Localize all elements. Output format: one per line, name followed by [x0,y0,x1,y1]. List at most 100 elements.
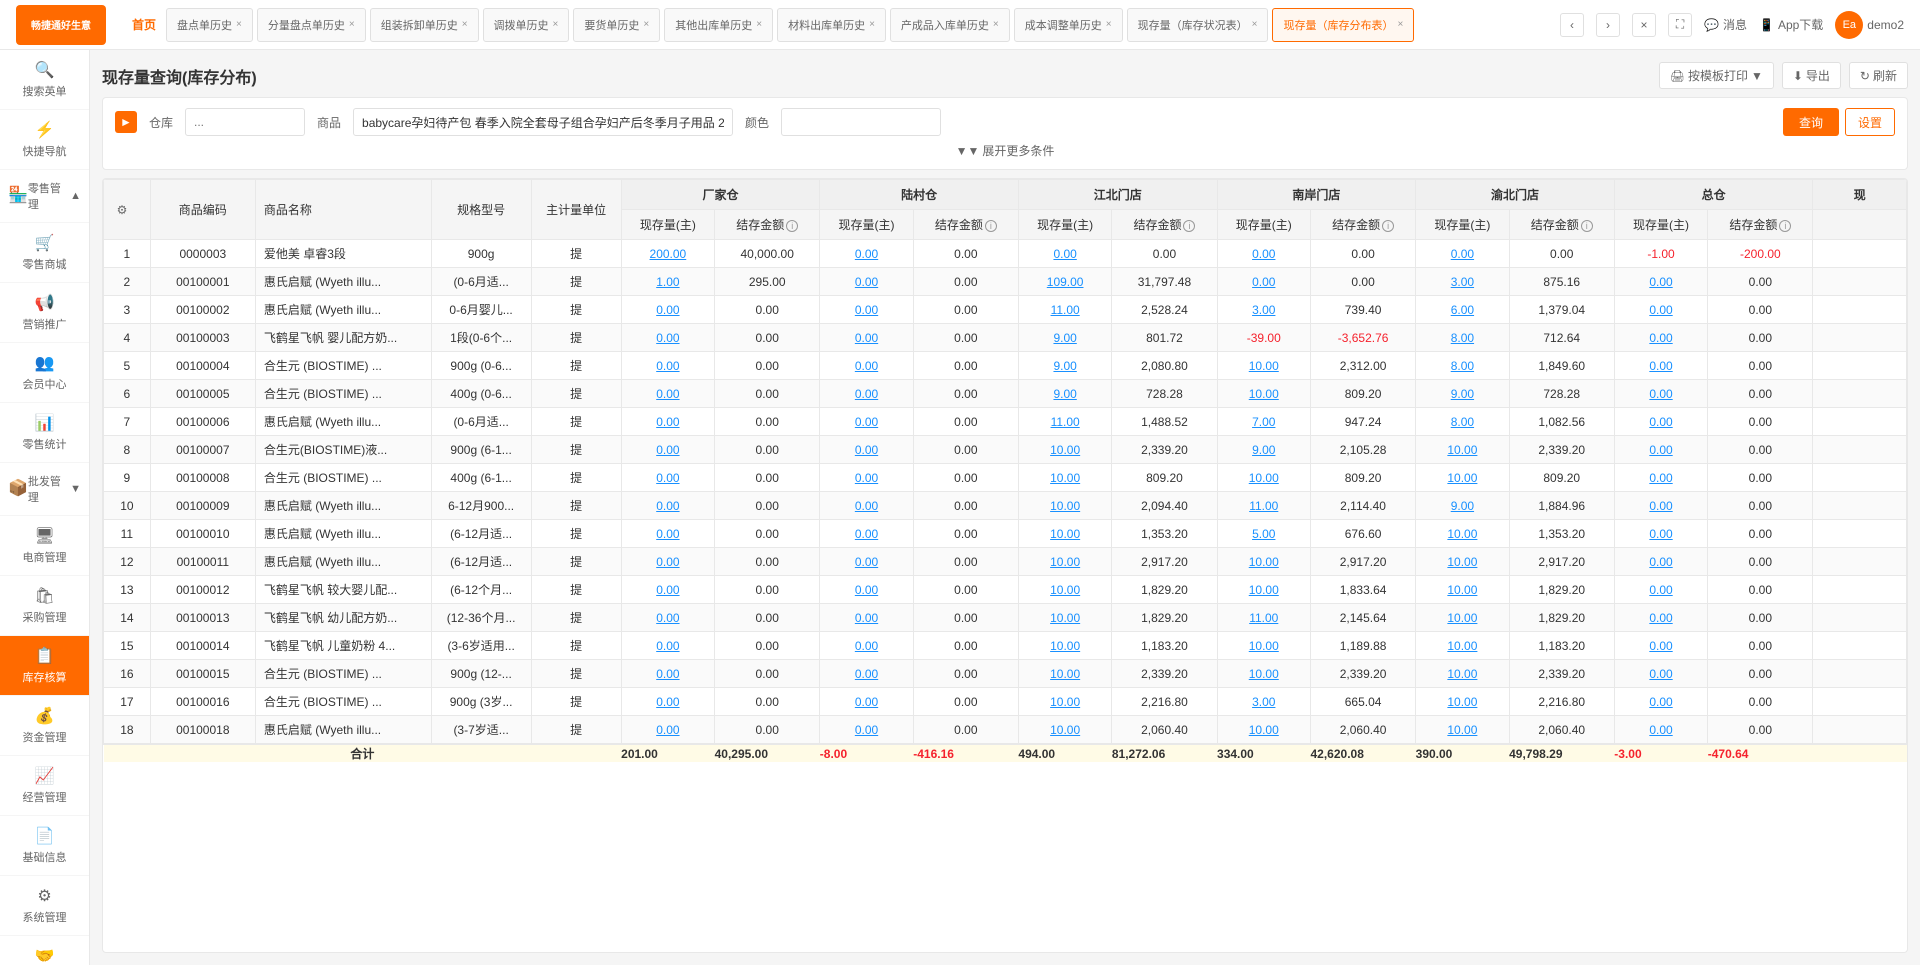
logo: 畅捷通好生意 [16,5,106,45]
expand-conditions-btn[interactable]: ▼▼ 展开更多条件 [956,142,1055,159]
table-row: 1400100013飞鹤星飞帆 幼儿配方奶...(12-36个月...提0.00… [104,604,1907,632]
table-row: 400100003飞鹤星飞帆 婴儿配方奶...1段(0-6个...提0.000.… [104,324,1907,352]
collab-icon: 🤝 [35,946,55,965]
sidebar-item-basics[interactable]: 📄 基础信息 [0,816,89,876]
retail-arrow-icon: ▲ [70,190,81,202]
tab-close-btn[interactable]: × [1632,13,1656,37]
color-input[interactable] [781,108,941,136]
nanan-info-icon[interactable]: i [1382,220,1394,232]
tab-prev-btn[interactable]: ‹ [1560,13,1584,37]
table-container: ⚙ 商品编码 商品名称 规格型号 主计量单位 厂家仓 陆村仓 江北门店 南岸门店… [102,178,1908,953]
col-yubei-amt: 结存金额i [1509,210,1614,240]
export-btn[interactable]: ⬇ 导出 [1782,62,1841,89]
message-icon: 💬 [1704,18,1719,32]
print-btn[interactable]: 🖨 按模板打印 ▼ [1659,62,1774,89]
col-changjia-header: 厂家仓 [621,180,820,210]
lucun-info-icon[interactable]: i [985,220,997,232]
refresh-btn[interactable]: ↻ 刷新 [1849,62,1908,89]
retailstat-icon: 📊 [35,413,55,433]
tab-qitachu[interactable]: 其他出库单历史 × [664,8,773,42]
sidebar-item-retailstat[interactable]: 📊 零售统计 [0,403,89,463]
print-icon: 🖨 [1670,69,1685,83]
col-zong-qty: 现存量(主) [1614,210,1707,240]
sidebar-label-finance: 资金管理 [23,729,67,745]
sidebar-item-finance[interactable]: 💰 资金管理 [0,696,89,756]
filter-expand-row: ▼▼ 展开更多条件 [115,142,1895,159]
yubei-info-icon[interactable]: i [1581,220,1593,232]
sidebar-label-wholesale: 批发管理 [28,473,70,505]
sidebar-label-operations: 经营管理 [23,789,67,805]
sidebar-item-marketing[interactable]: 📢 营销推广 [0,283,89,343]
sidebar-label-shop: 零售商城 [23,256,67,272]
tab-pandian[interactable]: 盘点单历史 × [166,8,253,42]
col-zong-header: 总仓 [1614,180,1813,210]
tab-kucun-dist[interactable]: 现存量（库存分布表） × [1272,8,1414,42]
tab-cailiaochu[interactable]: 材料出库单历史 × [777,8,886,42]
col-jiangbei-amt: 结存金额i [1112,210,1217,240]
table-row: 500100004合生元 (BIOSTIME) ...900g (0-6...提… [104,352,1907,380]
sidebar-item-search[interactable]: 🔍 搜索英单 [0,50,89,110]
sidebar-item-inventory[interactable]: 📋 库存核算 [0,636,89,696]
sidebar: 🔍 搜索英单 ⚡ 快捷导航 🏪 零售管理 ▲ 🛒 零售商城 📢 营销推广 👥 会… [0,50,90,965]
shop-icon: 🛒 [35,233,55,253]
sidebar-item-shop[interactable]: 🛒 零售商城 [0,223,89,283]
col-name-header: 商品名称 [255,180,431,240]
table-row: 300100002惠氏启赋 (Wyeth illu...0-6月婴儿...提0.… [104,296,1907,324]
inventory-table: ⚙ 商品编码 商品名称 规格型号 主计量单位 厂家仓 陆村仓 江北门店 南岸门店… [103,179,1907,762]
col-nanan-header: 南岸门店 [1217,180,1416,210]
col-lucun-qty: 现存量(主) [820,210,913,240]
col-nanan-amt: 结存金额i [1311,210,1416,240]
tab-home[interactable]: 首页 [122,16,166,33]
sidebar-label-member: 会员中心 [23,376,67,392]
table-row: 200100001惠氏启赋 (Wyeth illu...(0-6月适...提1.… [104,268,1907,296]
tab-kucun-status[interactable]: 现存量（库存状况表） × [1127,8,1269,42]
warehouse-input[interactable] [185,108,305,136]
sidebar-item-operations[interactable]: 📈 经营管理 [0,756,89,816]
user-menu[interactable]: Ea demo2 [1835,11,1904,39]
tab-diaob[interactable]: 调拨单历史 × [483,8,570,42]
changjia-info-icon[interactable]: i [786,220,798,232]
jiangbei-info-icon[interactable]: i [1183,220,1195,232]
settings-gear-icon[interactable]: ⚙ [112,200,132,220]
product-input[interactable] [353,108,733,136]
sidebar-label-quicknav: 快捷导航 [23,143,67,159]
page-title: 现存量查询(库存分布) [102,64,257,88]
col-code-header: 商品编码 [150,180,255,240]
tab-chengben[interactable]: 成本调整单历史 × [1014,8,1123,42]
color-label: 颜色 [745,114,769,131]
tab-expand-btn[interactable]: ⛶ [1668,13,1692,37]
sidebar-label-inventory: 库存核算 [23,669,67,685]
filter-collapse-btn[interactable]: ► [115,111,137,133]
col-spec-header: 规格型号 [431,180,531,240]
tab-chancheng[interactable]: 产成品入库单历史 × [890,8,1010,42]
zong-info-icon[interactable]: i [1779,220,1791,232]
sidebar-item-purchase[interactable]: 🛍 采购管理 [0,576,89,636]
sidebar-item-collab[interactable]: 🤝 企业协同 [0,936,89,965]
sidebar-item-wholesale[interactable]: 📦 批发管理 ▼ [0,463,89,516]
settings-btn[interactable]: 设置 [1845,108,1895,136]
purchase-icon: 🛍 [34,586,54,606]
message-btn[interactable]: 💬 消息 [1704,16,1747,33]
sidebar-item-quicknav[interactable]: ⚡ 快捷导航 [0,110,89,170]
tab-yaohuo[interactable]: 要货单历史 × [573,8,660,42]
tab-zuzhuang[interactable]: 组装拆卸单历史 × [370,8,479,42]
app-download-btn[interactable]: 📱 App下载 [1759,16,1823,33]
sidebar-item-system[interactable]: ⚙ 系统管理 [0,876,89,936]
sidebar-label-system: 系统管理 [23,909,67,925]
basics-icon: 📄 [35,826,55,846]
tab-next-btn[interactable]: › [1596,13,1620,37]
search-btn[interactable]: 查询 [1783,108,1839,136]
col-settings-header[interactable]: ⚙ [104,180,151,240]
sidebar-item-ecom[interactable]: 🖥 电商管理 [0,516,89,576]
page-actions: 🖨 按模板打印 ▼ ⬇ 导出 ↻ 刷新 [1659,62,1908,89]
inventory-icon: 📋 [35,646,55,666]
page-header: 现存量查询(库存分布) 🖨 按模板打印 ▼ ⬇ 导出 ↻ 刷新 [102,62,1908,89]
table-row: 1800100018惠氏启赋 (Wyeth illu...(3-7岁适...提0… [104,716,1907,745]
sidebar-label-retail: 零售管理 [28,180,70,212]
sidebar-label-retailstat: 零售统计 [23,436,67,452]
table-row: 10000003爱他美 卓睿3段900g提200.0040,000.000.00… [104,240,1907,268]
sidebar-item-retail[interactable]: 🏪 零售管理 ▲ [0,170,89,223]
tab-fenliang[interactable]: 分量盘点单历史 × [257,8,366,42]
sidebar-label-basics: 基础信息 [23,849,67,865]
sidebar-item-member[interactable]: 👥 会员中心 [0,343,89,403]
